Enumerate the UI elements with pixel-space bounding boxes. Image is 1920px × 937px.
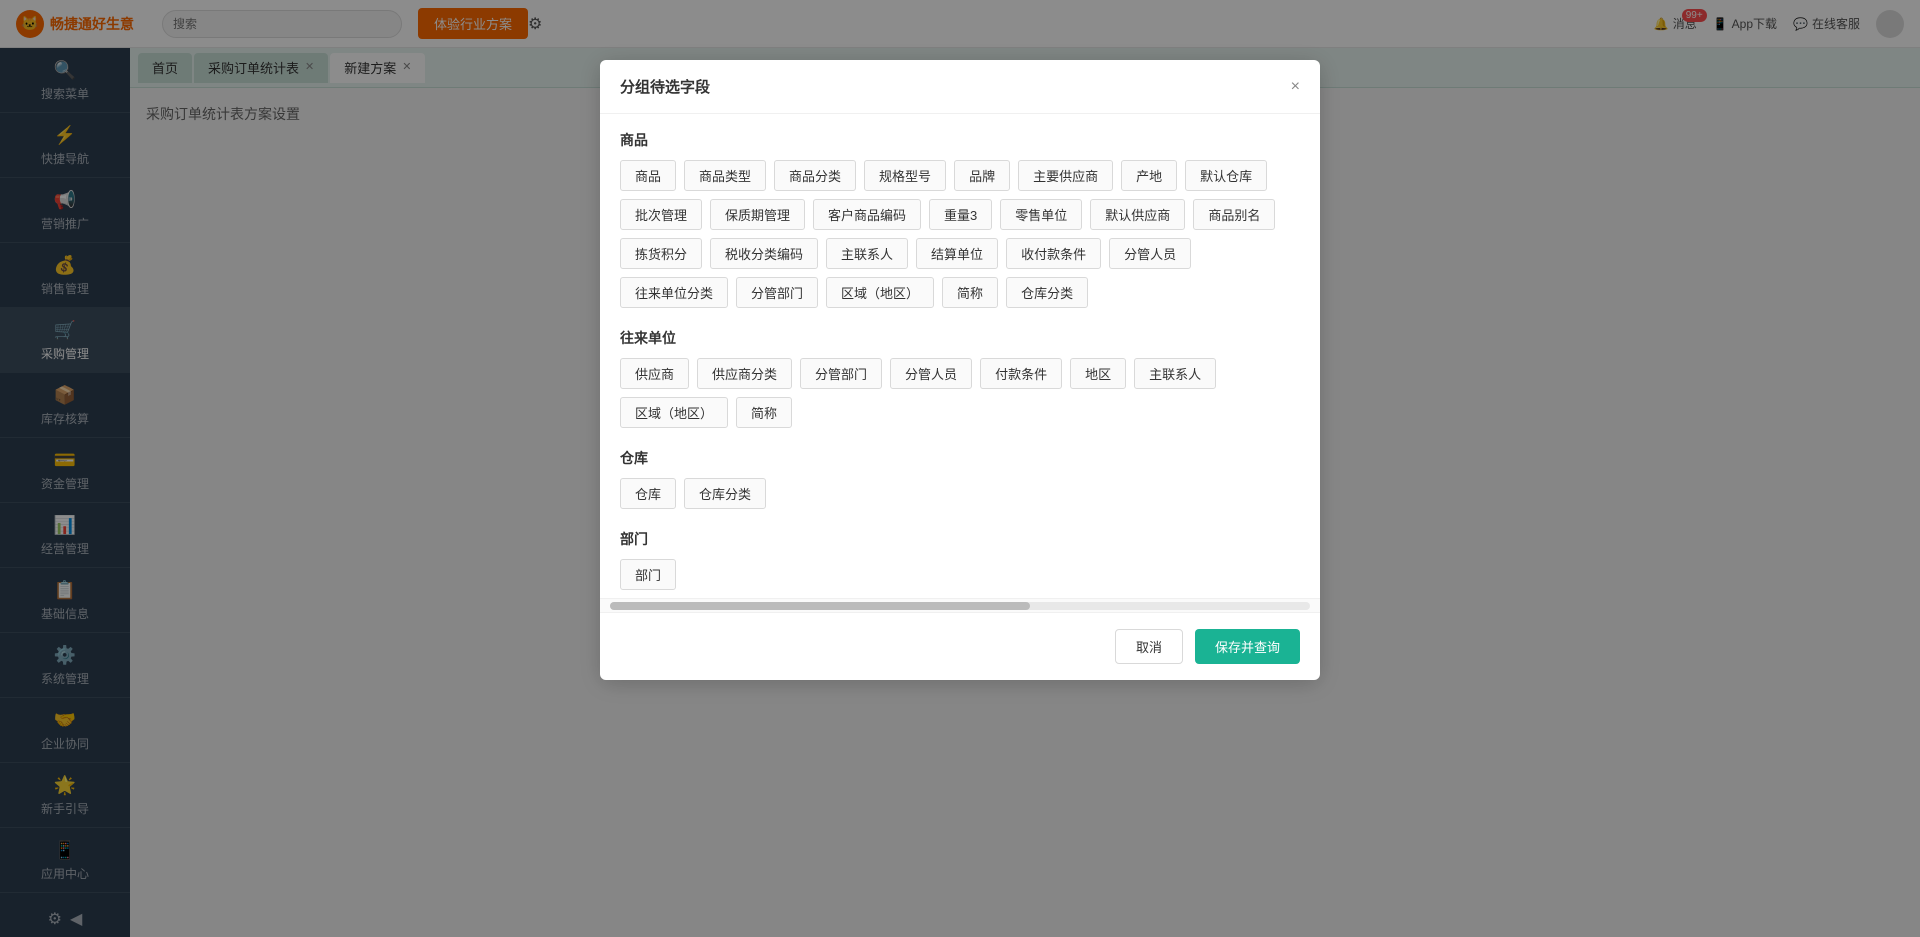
field-group-partner: 往来单位供应商供应商分类分管部门分管人员付款条件地区主联系人区域（地区） 简称 <box>620 328 1300 428</box>
field-tag-expiry-mgmt[interactable]: 保质期管理 <box>710 199 805 230</box>
field-tag-wh-category[interactable]: 仓库分类 <box>684 478 766 509</box>
modal-footer: 取消 保存并查询 <box>600 612 1320 680</box>
field-group-department: 部门部门 <box>620 529 1300 590</box>
modal-body: 商品商品商品类型商品分类规格型号品牌主要供应商产地默认仓库批次管理保质期管理客户… <box>600 114 1320 598</box>
field-tag-main-supplier[interactable]: 主要供应商 <box>1018 160 1113 191</box>
field-tag-from-unit-category[interactable]: 往来单位分类 <box>620 277 728 308</box>
field-tag-payment-cond[interactable]: 付款条件 <box>980 358 1062 389</box>
confirm-button[interactable]: 保存并查询 <box>1195 629 1300 664</box>
field-tag-weight3[interactable]: 重量3 <box>929 199 992 230</box>
field-group-title-department: 部门 <box>620 529 1300 549</box>
field-tag-wh[interactable]: 仓库 <box>620 478 676 509</box>
field-tag-manager[interactable]: 分管人员 <box>1109 238 1191 269</box>
field-tag-dept2[interactable]: 部门 <box>620 559 676 590</box>
modal-scroll-thumb[interactable] <box>610 602 1030 610</box>
modal-scroll-bottom <box>600 598 1320 612</box>
field-tag-batch-mgmt[interactable]: 批次管理 <box>620 199 702 230</box>
field-tag-region[interactable]: 区域（地区） <box>826 277 934 308</box>
field-tag-spec-type[interactable]: 规格型号 <box>864 160 946 191</box>
field-tag-retail-unit[interactable]: 零售单位 <box>1000 199 1082 230</box>
modal-close-btn[interactable]: × <box>1291 78 1300 96</box>
modal-overlay: 分组待选字段 × 商品商品商品类型商品分类规格型号品牌主要供应商产地默认仓库批次… <box>0 0 1920 937</box>
field-tag-goods-name[interactable]: 商品 <box>620 160 676 191</box>
field-tag-goods-type[interactable]: 商品类型 <box>684 160 766 191</box>
field-tag-brand[interactable]: 品牌 <box>954 160 1010 191</box>
field-tag-default-warehouse[interactable]: 默认仓库 <box>1185 160 1267 191</box>
field-tag-region2[interactable]: 区域（地区） <box>620 397 728 428</box>
field-tag-tax-code[interactable]: 税收分类编码 <box>710 238 818 269</box>
modal-scroll-track <box>610 602 1310 610</box>
field-tag-origin[interactable]: 产地 <box>1121 160 1177 191</box>
field-group-title-warehouse: 仓库 <box>620 448 1300 468</box>
field-tag-settlement-unit[interactable]: 结算单位 <box>916 238 998 269</box>
field-group-goods: 商品商品商品类型商品分类规格型号品牌主要供应商产地默认仓库批次管理保质期管理客户… <box>620 130 1300 308</box>
field-tag-short-name2[interactable]: 简称 <box>736 397 792 428</box>
modal-header: 分组待选字段 × <box>600 60 1320 114</box>
field-tags-warehouse: 仓库仓库分类 <box>620 478 1300 509</box>
field-tag-supplier[interactable]: 供应商 <box>620 358 689 389</box>
cancel-button[interactable]: 取消 <box>1115 629 1183 664</box>
field-group-title-partner: 往来单位 <box>620 328 1300 348</box>
field-tag-short-name[interactable]: 简称 <box>942 277 998 308</box>
field-tag-area[interactable]: 地区 <box>1070 358 1126 389</box>
field-tags-goods: 商品商品类型商品分类规格型号品牌主要供应商产地默认仓库批次管理保质期管理客户商品… <box>620 160 1300 308</box>
field-tag-goods-alias[interactable]: 商品别名 <box>1193 199 1275 230</box>
field-tag-customer-code[interactable]: 客户商品编码 <box>813 199 921 230</box>
field-tag-payment-terms[interactable]: 收付款条件 <box>1006 238 1101 269</box>
field-tag-contact[interactable]: 主联系人 <box>1134 358 1216 389</box>
field-tags-department: 部门 <box>620 559 1300 590</box>
field-group-title-goods: 商品 <box>620 130 1300 150</box>
modal: 分组待选字段 × 商品商品商品类型商品分类规格型号品牌主要供应商产地默认仓库批次… <box>600 60 1320 680</box>
modal-title: 分组待选字段 <box>620 76 710 97</box>
field-tag-dept[interactable]: 分管部门 <box>800 358 882 389</box>
field-tag-branch-dept[interactable]: 分管部门 <box>736 277 818 308</box>
field-tag-warehouse-category[interactable]: 仓库分类 <box>1006 277 1088 308</box>
field-tags-partner: 供应商供应商分类分管部门分管人员付款条件地区主联系人区域（地区） 简称 <box>620 358 1300 428</box>
field-tag-supplier-category[interactable]: 供应商分类 <box>697 358 792 389</box>
field-tag-main-contact[interactable]: 主联系人 <box>826 238 908 269</box>
field-tag-goods-category[interactable]: 商品分类 <box>774 160 856 191</box>
field-tag-dept-personnel[interactable]: 分管人员 <box>890 358 972 389</box>
field-tag-default-supplier[interactable]: 默认供应商 <box>1090 199 1185 230</box>
field-tag-pickup-points[interactable]: 拣货积分 <box>620 238 702 269</box>
field-group-warehouse: 仓库仓库仓库分类 <box>620 448 1300 509</box>
